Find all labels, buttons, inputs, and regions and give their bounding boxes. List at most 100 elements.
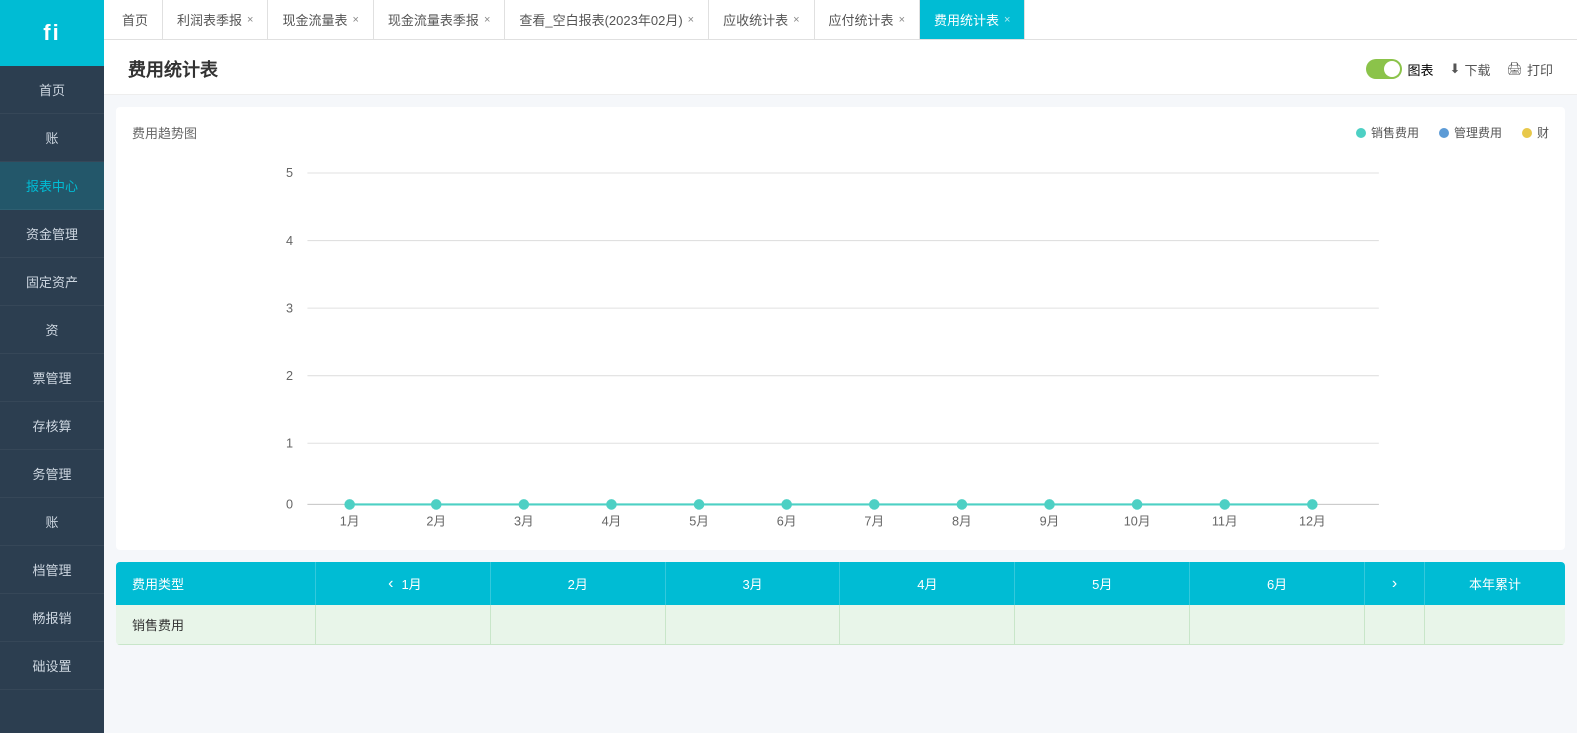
chart-toggle[interactable] — [1366, 59, 1402, 79]
close-icon[interactable]: × — [484, 14, 490, 26]
sidebar-item-inventory[interactable]: 存核算 — [0, 402, 104, 450]
chart-title: 费用趋势图 — [132, 123, 197, 142]
th-type: 费用类型 — [116, 562, 316, 605]
print-label: 打印 — [1527, 60, 1553, 79]
svg-text:3: 3 — [286, 301, 293, 315]
tab-receivable-label: 应收统计表 — [723, 10, 788, 29]
svg-text:6月: 6月 — [777, 515, 797, 529]
td-m4 — [840, 605, 1015, 644]
tab-cashflow-quarter-label: 现金流量表季报 — [388, 10, 479, 29]
close-icon[interactable]: × — [688, 14, 694, 26]
close-icon[interactable]: × — [1004, 14, 1010, 26]
sidebar-item-ledger[interactable]: 账 — [0, 498, 104, 546]
th-month3-label: 3月 — [742, 574, 762, 593]
sidebar-item-account[interactable]: 账 — [0, 114, 104, 162]
th-month4-label: 4月 — [917, 574, 937, 593]
svg-text:5: 5 — [286, 166, 293, 180]
tab-receivable[interactable]: 应收统计表 × — [709, 0, 814, 40]
tab-cashflow[interactable]: 现金流量表 × — [268, 0, 373, 40]
legend-admin-dot — [1439, 128, 1449, 138]
legend-admin-label: 管理费用 — [1454, 124, 1502, 141]
tab-blank-report-label: 查看_空白报表(2023年02月) — [519, 10, 682, 29]
td-m2 — [491, 605, 666, 644]
sidebar-item-archive[interactable]: 档管理 — [0, 546, 104, 594]
tab-cashflow-label: 现金流量表 — [282, 10, 347, 29]
chart-header: 费用趋势图 销售费用 管理费用 财 — [132, 123, 1549, 142]
svg-text:2月: 2月 — [426, 515, 446, 529]
page-title: 费用统计表 — [128, 56, 218, 82]
svg-text:2: 2 — [286, 369, 293, 383]
legend-finance-dot — [1522, 128, 1532, 138]
download-button[interactable]: ⬇ 下载 — [1450, 60, 1491, 79]
svg-text:11月: 11月 — [1212, 515, 1238, 529]
chart-section: 费用趋势图 销售费用 管理费用 财 — [116, 107, 1565, 550]
nav-left-icon[interactable]: ‹ — [384, 575, 397, 593]
td-m5 — [1015, 605, 1190, 644]
th-ytd: 本年累计 — [1425, 562, 1565, 605]
print-button[interactable]: 🖨 打印 — [1506, 60, 1553, 79]
th-nav-left[interactable]: ‹ 1月 — [316, 562, 491, 605]
sidebar-item-assets[interactable]: 固定资产 — [0, 258, 104, 306]
sidebar-item-invoice[interactable]: 票管理 — [0, 354, 104, 402]
svg-text:12月: 12月 — [1299, 515, 1326, 529]
table-row: 销售费用 — [116, 605, 1565, 645]
svg-text:0: 0 — [286, 498, 293, 512]
tab-blank-report[interactable]: 查看_空白报表(2023年02月) × — [505, 0, 709, 40]
legend-finance-label: 财 — [1537, 124, 1549, 141]
nav-right-icon[interactable]: › — [1388, 575, 1401, 593]
tab-expense[interactable]: 费用统计表 × — [920, 0, 1025, 40]
th-nav-right[interactable]: › — [1365, 562, 1425, 605]
td-m3 — [666, 605, 841, 644]
header-actions: 图表 ⬇ 下载 🖨 打印 — [1366, 59, 1553, 79]
svg-text:3月: 3月 — [514, 515, 534, 529]
table-section: 费用类型 ‹ 1月 2月 3月 4月 5月 — [116, 562, 1565, 645]
svg-text:4月: 4月 — [602, 515, 622, 529]
legend-sales-label: 销售费用 — [1371, 124, 1419, 141]
th-month3: 3月 — [666, 562, 841, 605]
tab-payable-label: 应付统计表 — [829, 10, 894, 29]
svg-text:10月: 10月 — [1124, 515, 1151, 529]
chart-toggle-wrap[interactable]: 图表 — [1366, 59, 1434, 79]
close-icon[interactable]: × — [352, 14, 358, 26]
tab-profit[interactable]: 利润表季报 × — [163, 0, 268, 40]
sidebar: fi 首页 账 报表中心 资金管理 固定资产 资 票管理 存核算 务管理 账 档… — [0, 0, 104, 733]
th-month4: 4月 — [840, 562, 1015, 605]
svg-text:1月: 1月 — [340, 515, 360, 529]
sidebar-item-fund[interactable]: 资金管理 — [0, 210, 104, 258]
svg-text:5月: 5月 — [689, 515, 709, 529]
sidebar-item-expense[interactable]: 畅报销 — [0, 594, 104, 642]
td-ytd — [1425, 605, 1565, 644]
close-icon[interactable]: × — [899, 14, 905, 26]
chart-toggle-label: 图表 — [1408, 60, 1434, 79]
sidebar-item-affairs[interactable]: 务管理 — [0, 450, 104, 498]
sidebar-item-home[interactable]: 首页 — [0, 66, 104, 114]
legend-admin: 管理费用 — [1439, 124, 1502, 141]
legend-sales-dot — [1356, 128, 1366, 138]
download-label: 下载 — [1464, 60, 1490, 79]
table-header: 费用类型 ‹ 1月 2月 3月 4月 5月 — [116, 562, 1565, 605]
sidebar-item-reports[interactable]: 报表中心 — [0, 162, 104, 210]
svg-text:1: 1 — [286, 436, 293, 450]
page-header: 费用统计表 图表 ⬇ 下载 🖨 打印 — [104, 40, 1577, 95]
svg-text:4: 4 — [286, 234, 293, 248]
legend-sales: 销售费用 — [1356, 124, 1419, 141]
svg-text:9月: 9月 — [1040, 515, 1060, 529]
tab-home-label: 首页 — [122, 10, 148, 29]
tab-home[interactable]: 首页 — [108, 0, 163, 40]
close-icon[interactable]: × — [247, 14, 253, 26]
th-month6: 6月 — [1190, 562, 1365, 605]
td-m1 — [316, 605, 491, 644]
tab-profit-label: 利润表季报 — [177, 10, 242, 29]
close-icon[interactable]: × — [793, 14, 799, 26]
tab-bar: 首页 利润表季报 × 现金流量表 × 现金流量表季报 × 查看_空白报表(202… — [104, 0, 1577, 40]
td-type: 销售费用 — [116, 605, 316, 644]
download-icon: ⬇ — [1450, 61, 1461, 77]
td-nav — [1365, 605, 1425, 644]
legend-finance: 财 — [1522, 124, 1549, 141]
tab-cashflow-quarter[interactable]: 现金流量表季报 × — [374, 0, 505, 40]
tab-payable[interactable]: 应付统计表 × — [815, 0, 920, 40]
th-type-label: 费用类型 — [132, 574, 184, 593]
sidebar-item-resource[interactable]: 资 — [0, 306, 104, 354]
th-month6-label: 6月 — [1267, 574, 1287, 593]
sidebar-item-settings[interactable]: 础设置 — [0, 642, 104, 690]
